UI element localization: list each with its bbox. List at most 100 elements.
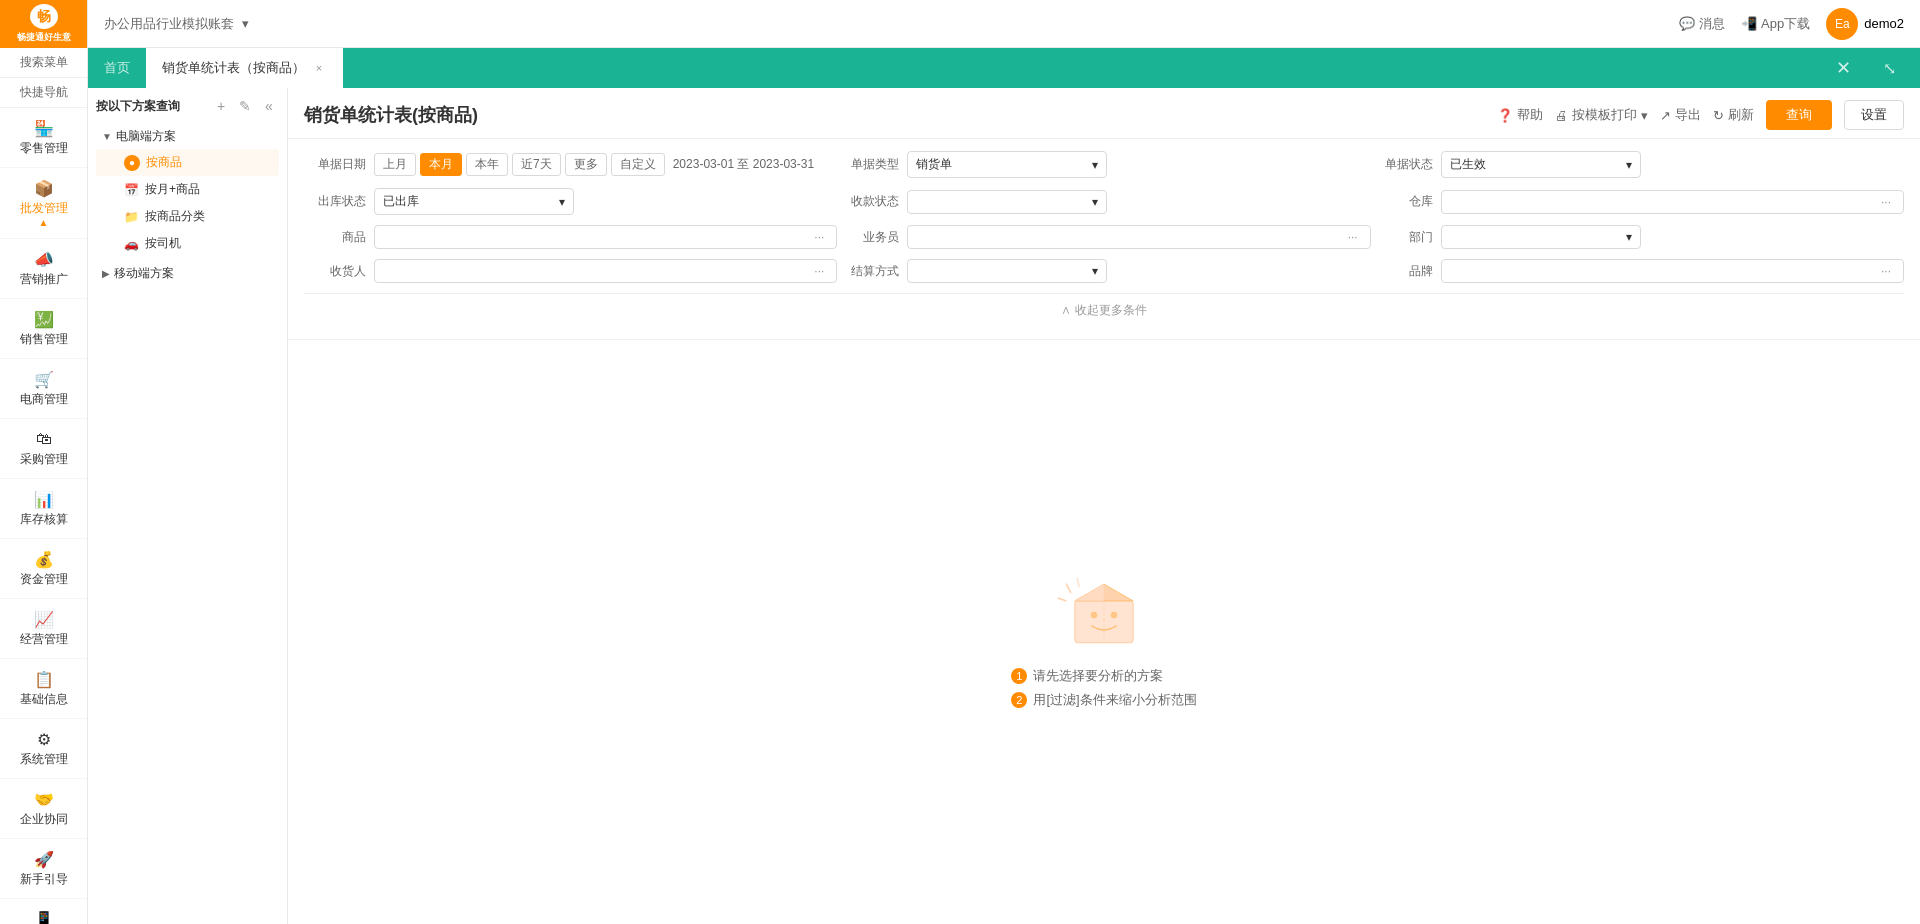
tree-child-by-category[interactable]: 📁 按商品分类 xyxy=(96,203,279,230)
header-dropdown-icon[interactable]: ▾ xyxy=(242,16,249,31)
message-button[interactable]: 💬 消息 xyxy=(1679,15,1725,33)
staff-input[interactable]: ··· xyxy=(907,225,1370,249)
header-breadcrumb: 办公用品行业模拟账套 xyxy=(104,15,234,33)
sidebar-item-label: 企业协同 xyxy=(20,811,68,828)
doc-type-control: 销货单 ▾ xyxy=(907,151,1370,178)
sidebar-item-basic[interactable]: 📋 基础信息 xyxy=(0,659,87,719)
filter-area: 单据日期 上月 本月 本年 近7天 更多 自定义 2023-03-01 至 20… xyxy=(288,139,1920,340)
receiver-input[interactable]: ··· xyxy=(374,259,837,283)
staff-control: ··· xyxy=(907,225,1370,249)
message-icon: 💬 xyxy=(1679,16,1695,31)
tree-child-by-month-product[interactable]: 📅 按月+商品 xyxy=(96,176,279,203)
tree-child-by-product[interactable]: ● 按商品 xyxy=(96,149,279,176)
tab-close-all-button[interactable]: ✕ xyxy=(1824,57,1863,79)
help-button[interactable]: ❓ 帮助 xyxy=(1497,106,1543,124)
tree-arrow-icon: ▼ xyxy=(102,131,112,142)
sidebar-item-purchase[interactable]: 🛍 采购管理 xyxy=(0,419,87,479)
warehouse-dots-button[interactable]: ··· xyxy=(1877,195,1895,209)
receipt-status-select[interactable]: ▾ xyxy=(907,190,1107,214)
doc-status-dropdown-icon: ▾ xyxy=(1626,158,1632,172)
sidebar-item-marketing[interactable]: 📣 营销推广 xyxy=(0,239,87,299)
by-month-icon: 📅 xyxy=(124,183,139,197)
finance-icon: 💰 xyxy=(34,549,54,569)
sidebar-item-enterprise[interactable]: 🤝 企业协同 xyxy=(0,779,87,839)
filter-row-4: 收货人 ··· 结算方式 ▾ 品牌 xyxy=(304,259,1904,283)
sidebar-item-label: 库存核算 xyxy=(20,511,68,528)
tree-desktop-parent[interactable]: ▼ 电脑端方案 xyxy=(96,124,279,149)
sidebar-item-newbie[interactable]: 🚀 新手引导 xyxy=(0,839,87,899)
sidebar-item-finance[interactable]: 💰 资金管理 xyxy=(0,539,87,599)
purchase-icon: 🛍 xyxy=(34,429,54,449)
date-btn-last-month[interactable]: 上月 xyxy=(374,153,416,176)
receipt-status-control: ▾ xyxy=(907,190,1370,214)
refresh-icon: ↻ xyxy=(1713,108,1724,123)
settings-button[interactable]: 设置 xyxy=(1844,100,1904,130)
receiver-control: ··· xyxy=(374,259,837,283)
print-icon: 🖨 xyxy=(1555,108,1568,123)
product-dots-button[interactable]: ··· xyxy=(810,230,828,244)
tab-close-button[interactable]: × xyxy=(311,60,327,76)
panel-header: 按以下方案查询 + ✎ « xyxy=(96,96,279,116)
tree-mobile-label: 移动端方案 xyxy=(114,265,174,282)
date-btn-more[interactable]: 更多 xyxy=(565,153,607,176)
marketing-icon: 📣 xyxy=(34,249,54,269)
doc-status-select[interactable]: 已生效 ▾ xyxy=(1441,151,1641,178)
print-button[interactable]: 🖨 按模板打印 ▾ xyxy=(1555,106,1648,124)
query-button[interactable]: 查询 xyxy=(1766,100,1832,130)
sidebar-item-label: 系统管理 xyxy=(20,751,68,768)
date-btn-this-year[interactable]: 本年 xyxy=(466,153,508,176)
tree-child-label: 按月+商品 xyxy=(145,181,200,198)
ecommerce-icon: 🛒 xyxy=(34,369,54,389)
payment-dropdown-icon: ▾ xyxy=(1092,264,1098,278)
out-status-dropdown-icon: ▾ xyxy=(559,195,565,209)
dept-label: 部门 xyxy=(1371,229,1441,246)
panel-edit-button[interactable]: ✎ xyxy=(235,96,255,116)
user-menu[interactable]: Ea demo2 xyxy=(1826,8,1904,40)
refresh-button[interactable]: ↻ 刷新 xyxy=(1713,106,1754,124)
dept-select[interactable]: ▾ xyxy=(1441,225,1641,249)
payment-select[interactable]: ▾ xyxy=(907,259,1107,283)
tree-child-label: 按商品分类 xyxy=(145,208,205,225)
doc-type-select[interactable]: 销货单 ▾ xyxy=(907,151,1107,178)
brand-dots-button[interactable]: ··· xyxy=(1877,264,1895,278)
by-category-icon: 📁 xyxy=(124,210,139,224)
receiver-dots-button[interactable]: ··· xyxy=(810,264,828,278)
tree-child-by-cashier[interactable]: 🚗 按司机 xyxy=(96,230,279,257)
date-btn-custom[interactable]: 自定义 xyxy=(611,153,665,176)
tip-num-2: 2 xyxy=(1011,692,1027,708)
sidebar-search[interactable]: 搜索菜单 xyxy=(0,48,87,78)
sidebar-item-inventory[interactable]: 📊 库存核算 xyxy=(0,479,87,539)
staff-dots-button[interactable]: ··· xyxy=(1344,230,1362,244)
app-download-button[interactable]: 📲 App下载 xyxy=(1741,15,1810,33)
sidebar-item-label: 基础信息 xyxy=(20,691,68,708)
export-button[interactable]: ↗ 导出 xyxy=(1660,106,1701,124)
panel-add-button[interactable]: + xyxy=(211,96,231,116)
sidebar-item-ecommerce[interactable]: 🛒 电商管理 xyxy=(0,359,87,419)
date-btn-7days[interactable]: 近7天 xyxy=(512,153,561,176)
sidebar-item-operation[interactable]: 📈 经营管理 xyxy=(0,599,87,659)
warehouse-input[interactable]: ··· xyxy=(1441,190,1904,214)
sidebar-item-appstore[interactable]: 📱 应用中心 xyxy=(0,899,87,924)
tree-child-label: 按商品 xyxy=(146,154,182,171)
svg-line-6 xyxy=(1067,584,1071,592)
system-icon: ⚙ xyxy=(34,729,54,749)
sidebar-item-wholesale[interactable]: 📦 批发管理 ▲ xyxy=(0,168,87,239)
date-control: 上月 本月 本年 近7天 更多 自定义 2023-03-01 至 2023-03… xyxy=(374,153,837,176)
collapse-filters-button[interactable]: ∧ 收起更多条件 xyxy=(304,293,1904,327)
out-status-select[interactable]: 已出库 ▾ xyxy=(374,188,574,215)
tree-mobile-parent[interactable]: ▶ 移动端方案 xyxy=(96,261,279,286)
tab-home[interactable]: 首页 xyxy=(88,48,146,88)
product-control: ··· xyxy=(374,225,837,249)
product-input[interactable]: ··· xyxy=(374,225,837,249)
sidebar-item-system[interactable]: ⚙ 系统管理 xyxy=(0,719,87,779)
date-btn-this-month[interactable]: 本月 xyxy=(420,153,462,176)
tab-sales-stat[interactable]: 销货单统计表（按商品） × xyxy=(146,48,343,88)
sidebar-item-retail[interactable]: 🏪 零售管理 xyxy=(0,108,87,168)
tab-home-label: 首页 xyxy=(104,59,130,77)
print-dropdown-icon: ▾ xyxy=(1641,108,1648,123)
brand-input[interactable]: ··· xyxy=(1441,259,1904,283)
sidebar-quick-nav[interactable]: 快捷导航 xyxy=(0,78,87,108)
tab-maximize-button[interactable]: ⤡ xyxy=(1871,59,1908,78)
sidebar-item-sales[interactable]: 💹 销售管理 xyxy=(0,299,87,359)
panel-collapse-button[interactable]: « xyxy=(259,96,279,116)
